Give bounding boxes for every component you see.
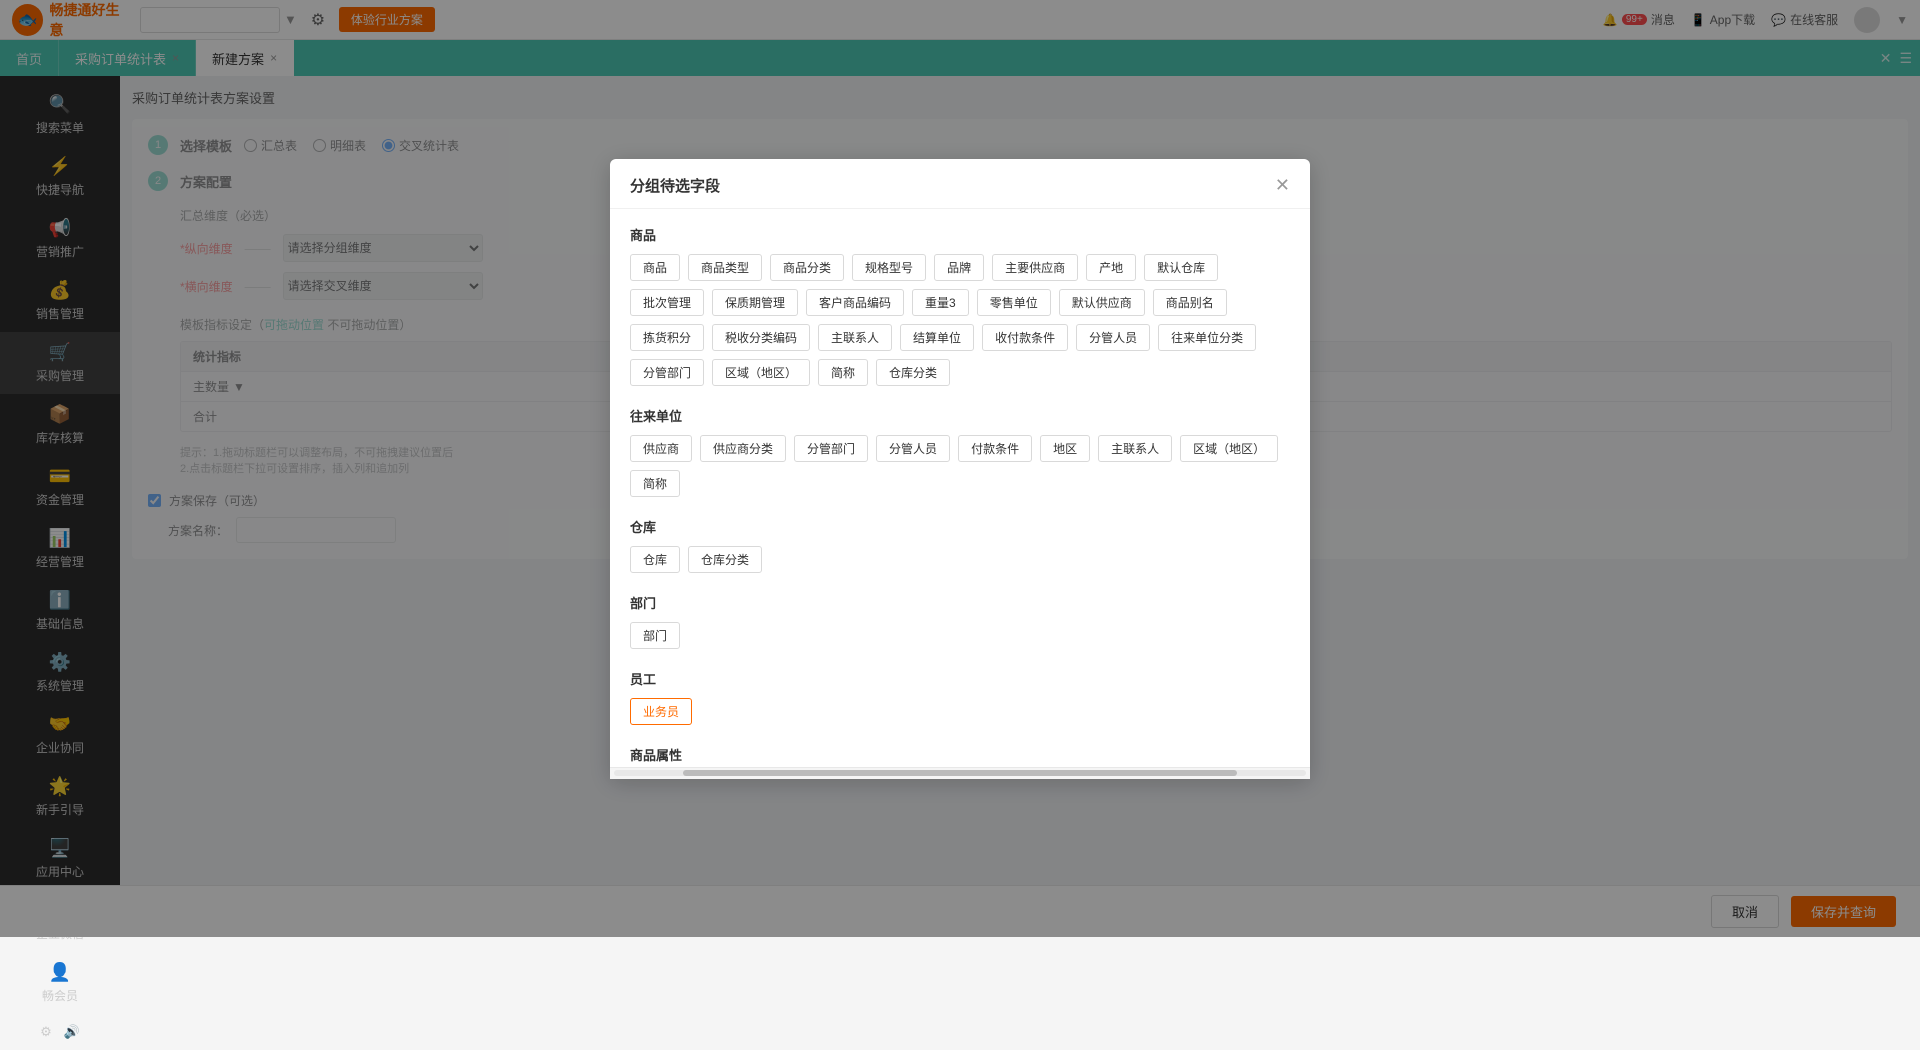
tag-supervisor-counterpart[interactable]: 分管人员 (876, 435, 950, 462)
section-employee-tags: 业务员 (630, 698, 1290, 725)
tag-product-type[interactable]: 商品类型 (688, 254, 762, 281)
tag-pick-points[interactable]: 拣货积分 (630, 324, 704, 351)
hscroll-thumb (683, 770, 1237, 776)
tag-abbr-product[interactable]: 简称 (818, 359, 868, 386)
dialog-horizontal-scrollbar[interactable] (610, 767, 1310, 779)
tag-district[interactable]: 地区 (1040, 435, 1090, 462)
tag-dept-counterpart[interactable]: 分管部门 (794, 435, 868, 462)
sidebar-item-member[interactable]: 👤 畅会员 (0, 952, 120, 1014)
tag-region-counterpart[interactable]: 区域（地区） (1180, 435, 1278, 462)
dialog: 分组待选字段 ✕ 商品 商品 商品类型 商品分类 规格型号 品牌 主要供应商 产… (610, 159, 1310, 779)
section-product-tags: 商品 商品类型 商品分类 规格型号 品牌 主要供应商 产地 默认仓库 批次管理 … (630, 254, 1290, 386)
section-product-attr-title: 商品属性 (630, 745, 1290, 764)
section-employee: 员工 业务员 (630, 669, 1290, 725)
section-dept: 部门 部门 (630, 593, 1290, 649)
section-product-attr: 商品属性 属性 颜色 多规格 尺码 鞋码 1 (630, 745, 1290, 767)
tag-batch-mgmt[interactable]: 批次管理 (630, 289, 704, 316)
tag-supervisor[interactable]: 分管人员 (1076, 324, 1150, 351)
section-counterpart: 往来单位 供应商 供应商分类 分管部门 分管人员 付款条件 地区 主联系人 区域… (630, 406, 1290, 497)
sidebar-label-member: 畅会员 (42, 987, 78, 1004)
tag-product[interactable]: 商品 (630, 254, 680, 281)
tag-warehouse-category[interactable]: 仓库分类 (688, 546, 762, 573)
tag-settle-unit[interactable]: 结算单位 (900, 324, 974, 351)
tag-product-category[interactable]: 商品分类 (770, 254, 844, 281)
section-product: 商品 商品 商品类型 商品分类 规格型号 品牌 主要供应商 产地 默认仓库 批次… (630, 225, 1290, 386)
tag-origin[interactable]: 产地 (1086, 254, 1136, 281)
dialog-body[interactable]: 商品 商品 商品类型 商品分类 规格型号 品牌 主要供应商 产地 默认仓库 批次… (610, 209, 1310, 767)
tag-dept[interactable]: 部门 (630, 622, 680, 649)
tag-counterpart-category[interactable]: 往来单位分类 (1158, 324, 1256, 351)
dialog-close-button[interactable]: ✕ (1275, 175, 1290, 196)
tag-spec-model[interactable]: 规格型号 (852, 254, 926, 281)
tag-payment-terms[interactable]: 收付款条件 (982, 324, 1068, 351)
audio-icon[interactable]: 🔊 (64, 1024, 80, 1040)
tag-warehouse-category-product[interactable]: 仓库分类 (876, 359, 950, 386)
tag-default-warehouse[interactable]: 默认仓库 (1144, 254, 1218, 281)
tag-tax-code[interactable]: 税收分类编码 (712, 324, 810, 351)
tag-weight3[interactable]: 重量3 (912, 289, 969, 316)
tag-supplier[interactable]: 供应商 (630, 435, 692, 462)
section-dept-title: 部门 (630, 593, 1290, 612)
section-employee-title: 员工 (630, 669, 1290, 688)
overlay: 分组待选字段 ✕ 商品 商品 商品类型 商品分类 规格型号 品牌 主要供应商 产… (0, 0, 1920, 937)
section-warehouse: 仓库 仓库 仓库分类 (630, 517, 1290, 573)
tag-main-contact-counterpart[interactable]: 主联系人 (1098, 435, 1172, 462)
tag-product-alias[interactable]: 商品别名 (1153, 289, 1227, 316)
tag-expiry-mgmt[interactable]: 保质期管理 (712, 289, 798, 316)
tag-salesperson[interactable]: 业务员 (630, 698, 692, 725)
member-icon: 👤 (49, 962, 71, 983)
section-counterpart-title: 往来单位 (630, 406, 1290, 425)
tag-payment-condition[interactable]: 付款条件 (958, 435, 1032, 462)
settings-bottom-icon[interactable]: ⚙ (40, 1024, 52, 1040)
section-dept-tags: 部门 (630, 622, 1290, 649)
tag-default-supplier[interactable]: 默认供应商 (1059, 289, 1145, 316)
hscroll-track (614, 770, 1306, 776)
dialog-header: 分组待选字段 ✕ (610, 159, 1310, 209)
tag-region-product[interactable]: 区域（地区） (712, 359, 810, 386)
tag-main-contact[interactable]: 主联系人 (818, 324, 892, 351)
tag-supplier-category[interactable]: 供应商分类 (700, 435, 786, 462)
tag-dept-product[interactable]: 分管部门 (630, 359, 704, 386)
section-counterpart-tags: 供应商 供应商分类 分管部门 分管人员 付款条件 地区 主联系人 区域（地区） … (630, 435, 1290, 497)
tag-retail-unit[interactable]: 零售单位 (977, 289, 1051, 316)
tag-brand[interactable]: 品牌 (934, 254, 984, 281)
tag-main-supplier[interactable]: 主要供应商 (992, 254, 1078, 281)
dialog-title: 分组待选字段 (630, 175, 720, 196)
section-warehouse-title: 仓库 (630, 517, 1290, 536)
tag-abbr-counterpart[interactable]: 简称 (630, 470, 680, 497)
sidebar-bottom: ⚙ 🔊 (30, 1014, 90, 1050)
tag-warehouse[interactable]: 仓库 (630, 546, 680, 573)
section-warehouse-tags: 仓库 仓库分类 (630, 546, 1290, 573)
tag-customer-code[interactable]: 客户商品编码 (806, 289, 904, 316)
section-product-title: 商品 (630, 225, 1290, 244)
